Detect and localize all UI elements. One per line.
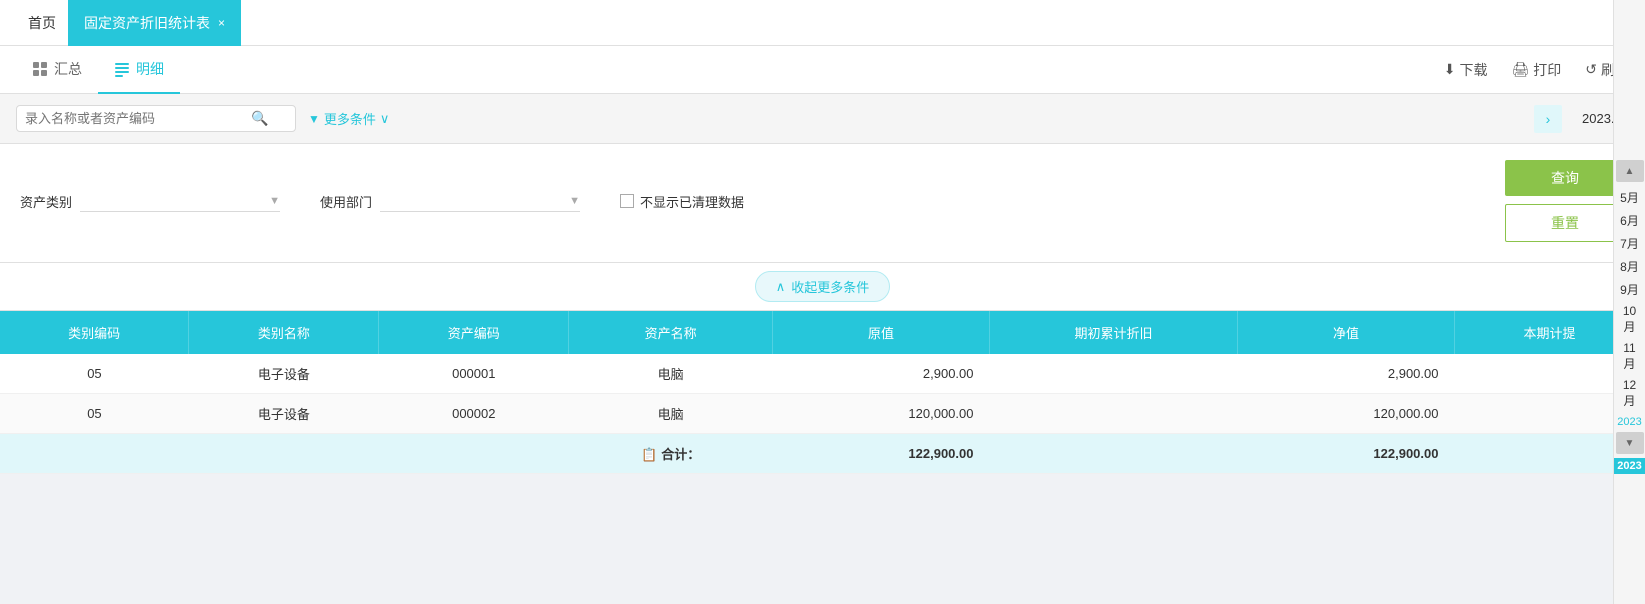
month-up-btn[interactable]: ▲ (1616, 160, 1644, 182)
table-cell: 120,000.00 (773, 394, 990, 434)
collapse-bar: ∧ 收起更多条件 (0, 263, 1645, 311)
refresh-icon: ↺ (1585, 61, 1597, 78)
department-filter: 使用部门 ▼ (320, 191, 580, 212)
query-button[interactable]: 查询 (1505, 160, 1625, 196)
total-cell: 📋合计： (569, 434, 773, 474)
search-input[interactable] (25, 111, 245, 126)
search-input-wrap: 🔍 (16, 105, 296, 132)
total-icon: 📋 (641, 447, 657, 462)
month-item[interactable]: 6月 (1614, 209, 1645, 232)
tab-close-icon[interactable]: × (218, 16, 225, 30)
chevron-down-icon: ∨ (380, 111, 390, 127)
search-icon[interactable]: 🔍 (251, 110, 268, 127)
total-cell (189, 434, 379, 474)
filter-row: 资产类别 ▼ 使用部门 ▼ 不显示已清理数据 查询 重置 (20, 160, 1625, 242)
month-item[interactable]: 7月 (1614, 232, 1645, 255)
table-cell: 05 (0, 354, 189, 394)
month-item[interactable]: 10月 (1614, 301, 1645, 338)
tab-detail[interactable]: 明细 (98, 46, 180, 94)
table-cell: 120,000.00 (1238, 394, 1455, 434)
table-header-row: 类别编码 类别名称 资产编码 资产名称 原值 期初累计折旧 净值 本期计提 (0, 311, 1645, 354)
month-item[interactable]: 8月 (1614, 255, 1645, 278)
filter-section: 资产类别 ▼ 使用部门 ▼ 不显示已清理数据 查询 重置 (0, 144, 1645, 263)
home-tab[interactable]: 首页 (16, 13, 68, 33)
more-conditions-btn[interactable]: ▼ 更多条件 ∨ (308, 109, 389, 128)
total-cell: 122,900.00 (773, 434, 990, 474)
active-tab[interactable]: 固定资产折旧统计表 × (68, 0, 241, 46)
filter-icon: ▼ (308, 112, 320, 126)
table-row[interactable]: 05电子设备000001电脑2,900.002,900.00 (0, 354, 1645, 394)
total-cell (990, 434, 1238, 474)
asset-category-filter: 资产类别 ▼ (20, 191, 280, 212)
col-category-name: 类别名称 (189, 311, 379, 354)
asset-category-select[interactable]: ▼ (80, 191, 280, 212)
table-cell: 2,900.00 (1238, 354, 1455, 394)
col-original-value: 原值 (773, 311, 990, 354)
collapse-icon: ∧ (776, 279, 786, 295)
collapse-button[interactable]: ∧ 收起更多条件 (755, 271, 891, 302)
table-cell (990, 354, 1238, 394)
department-label: 使用部门 (320, 192, 372, 211)
total-cell (0, 434, 189, 474)
tab-actions: ⬇ 下载 🖨 打印 ↺ 刷新 (1444, 60, 1629, 80)
current-year-badge[interactable]: 2023 (1614, 458, 1644, 474)
reset-button[interactable]: 重置 (1505, 204, 1625, 242)
table-row[interactable]: 05电子设备000002电脑120,000.00120,000.00 (0, 394, 1645, 434)
top-nav: 首页 固定资产折旧统计表 × × (0, 0, 1645, 46)
asset-category-arrow: ▼ (269, 195, 280, 207)
summary-tab-label: 汇总 (54, 59, 82, 79)
total-row: 📋合计：122,900.00122,900.00 (0, 434, 1645, 474)
hide-cleared-label: 不显示已清理数据 (640, 192, 744, 211)
detail-tab-label: 明细 (136, 59, 164, 79)
print-label: 打印 (1533, 60, 1561, 80)
col-net-value: 净值 (1238, 311, 1455, 354)
download-label: 下载 (1459, 60, 1487, 80)
table-cell: 电脑 (569, 354, 773, 394)
col-accumulated-depreciation: 期初累计折旧 (990, 311, 1238, 354)
table-cell: 电子设备 (189, 394, 379, 434)
data-table: 类别编码 类别名称 资产编码 资产名称 原值 期初累计折旧 净值 本期计提 05… (0, 311, 1645, 474)
year-display: 2023 (1617, 416, 1641, 428)
department-arrow: ▼ (569, 195, 580, 207)
hide-cleared-checkbox[interactable]: 不显示已清理数据 (620, 192, 744, 211)
month-down-btn[interactable]: ▼ (1616, 432, 1644, 454)
table-cell: 05 (0, 394, 189, 434)
col-category-code: 类别编码 (0, 311, 189, 354)
checkbox-box (620, 194, 634, 208)
total-cell: 122,900.00 (1238, 434, 1455, 474)
summary-icon (32, 61, 48, 77)
download-btn[interactable]: ⬇ 下载 (1444, 60, 1488, 80)
filter-buttons: 查询 重置 (1505, 160, 1625, 242)
table-cell (990, 394, 1238, 434)
asset-category-label: 资产类别 (20, 192, 72, 211)
download-icon: ⬇ (1444, 61, 1456, 78)
table-cell: 2,900.00 (773, 354, 990, 394)
month-item[interactable]: 9月 (1614, 278, 1645, 301)
table-cell: 电脑 (569, 394, 773, 434)
table-cell: 000002 (379, 394, 569, 434)
collapse-label: 收起更多条件 (791, 277, 869, 296)
month-item[interactable]: 12月 (1614, 375, 1645, 412)
total-cell (379, 434, 569, 474)
department-select[interactable]: ▼ (380, 191, 580, 212)
more-conditions-label: 更多条件 (324, 109, 376, 128)
month-item[interactable]: 5月 (1614, 186, 1645, 209)
month-list: 5月6月7月8月9月10月11月12月 (1614, 186, 1645, 412)
tab-label: 固定资产折旧统计表 (84, 13, 210, 33)
table-cell: 000001 (379, 354, 569, 394)
month-item[interactable]: 11月 (1614, 338, 1645, 375)
detail-icon (114, 61, 130, 77)
search-bar: 🔍 ▼ 更多条件 ∨ › 2023.01 (0, 94, 1645, 144)
print-btn[interactable]: 🖨 打印 (1511, 60, 1561, 80)
col-asset-name: 资产名称 (569, 311, 773, 354)
sub-tabs-bar: 汇总 明细 ⬇ 下载 🖨 打印 ↺ 刷新 (0, 46, 1645, 94)
tab-summary[interactable]: 汇总 (16, 46, 98, 94)
table-container: 类别编码 类别名称 资产编码 资产名称 原值 期初累计折旧 净值 本期计提 05… (0, 311, 1645, 474)
panel-toggle-btn[interactable]: › (1534, 105, 1562, 133)
col-asset-code: 资产编码 (379, 311, 569, 354)
table-cell: 电子设备 (189, 354, 379, 394)
right-panel: ▲ 5月6月7月8月9月10月11月12月 2023 ▼ 2023 (1613, 0, 1645, 604)
print-icon: 🖨 (1511, 61, 1529, 78)
